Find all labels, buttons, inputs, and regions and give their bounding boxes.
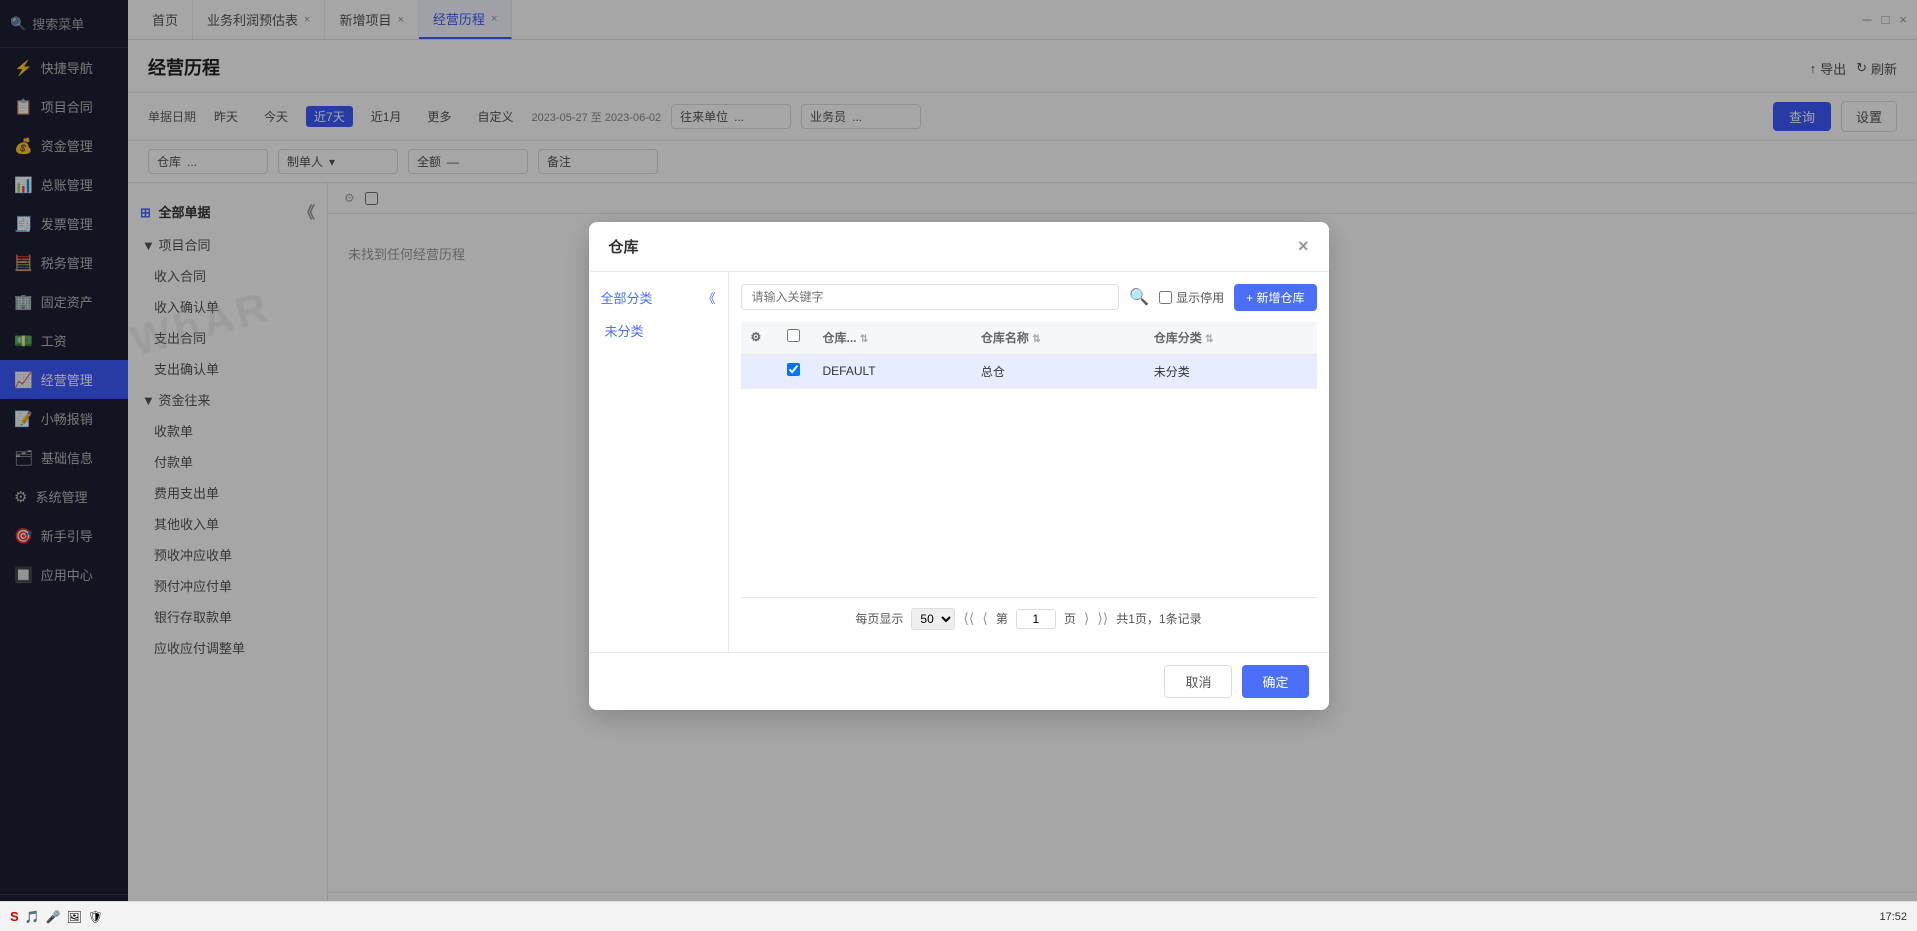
row-category: 未分类 (1144, 354, 1317, 388)
all-categories-label: 全部分类 (601, 288, 653, 307)
confirm-button[interactable]: 确定 (1242, 665, 1308, 698)
row-checkbox[interactable] (777, 354, 813, 388)
table-select-all[interactable] (787, 329, 800, 342)
taskbar-icon2[interactable]: 🎤 (46, 910, 61, 924)
taskbar-icon1[interactable]: 🎵 (25, 910, 40, 924)
modal-all-categories[interactable]: 全部分类 《 (589, 282, 728, 313)
modal-close-button[interactable]: × (1298, 236, 1309, 257)
modal-collapse-icon[interactable]: 《 (702, 288, 715, 307)
modal-page-size-select[interactable]: 50 (911, 608, 955, 630)
modal-title: 仓库 (609, 236, 639, 257)
modal-first-page[interactable]: ⟨⟨ (963, 610, 974, 627)
modal-search-bar: 🔍 显示停用 + 新增仓库 (741, 284, 1317, 311)
modal-total: 共1页，1条记录 (1116, 610, 1201, 627)
col-name-sort[interactable]: ⇅ (1032, 334, 1040, 345)
warehouse-modal: 仓库 × 全部分类 《 未分类 🔍 显示停用 + 新增仓库 (589, 222, 1329, 710)
taskbar: S 🎵 🎤 🖼 🛡 17:52 (0, 901, 1917, 931)
modal-right-panel: 🔍 显示停用 + 新增仓库 ⚙ 仓库... (729, 272, 1329, 652)
modal-body: 全部分类 《 未分类 🔍 显示停用 + 新增仓库 (589, 272, 1329, 652)
cancel-button[interactable]: 取消 (1164, 665, 1232, 698)
col-checkbox (777, 321, 813, 355)
modal-pagination: 每页显示 50 ⟨⟨ ⟨ 第 页 ⟩ ⟩⟩ 共1页，1条记录 (741, 597, 1317, 640)
taskbar-icon3[interactable]: 🖼 (67, 910, 82, 924)
modal-last-page[interactable]: ⟩⟩ (1097, 610, 1108, 627)
show-disabled-checkbox[interactable] (1159, 291, 1172, 304)
row-name: 总仓 (971, 354, 1144, 388)
modal-left-panel: 全部分类 《 未分类 (589, 272, 729, 652)
taskbar-start-icon[interactable]: S (10, 909, 19, 924)
row-settings (741, 354, 777, 388)
taskbar-icon4[interactable]: 🛡 (88, 910, 103, 924)
table-row[interactable]: DEFAULT 总仓 未分类 (741, 354, 1317, 388)
modal-prev-page[interactable]: ⟨ (982, 610, 987, 627)
col-name: 仓库名称 ⇅ (971, 321, 1144, 355)
modal-next-page[interactable]: ⟩ (1084, 610, 1089, 627)
modal-page-input[interactable] (1016, 609, 1056, 629)
warehouse-search-input[interactable] (741, 284, 1120, 310)
modal-actions: 取消 确定 (589, 652, 1329, 710)
taskbar-time: 17:52 (1879, 911, 1907, 923)
show-disabled-label[interactable]: 显示停用 (1159, 289, 1224, 306)
col-settings: ⚙ (741, 321, 777, 355)
modal-category-uncategorized[interactable]: 未分类 (589, 313, 728, 348)
col-category-sort[interactable]: ⇅ (1205, 334, 1213, 345)
modal-header: 仓库 × (589, 222, 1329, 272)
modal-search-icon[interactable]: 🔍 (1129, 287, 1149, 307)
col-code-sort[interactable]: ⇅ (860, 334, 868, 345)
col-code: 仓库... ⇅ (813, 321, 971, 355)
col-category: 仓库分类 ⇅ (1144, 321, 1317, 355)
add-warehouse-button[interactable]: + 新增仓库 (1234, 284, 1316, 311)
row-code: DEFAULT (813, 354, 971, 388)
taskbar-icons: S 🎵 🎤 🖼 🛡 (10, 909, 103, 924)
warehouse-table: ⚙ 仓库... ⇅ 仓库名称 ⇅ 仓库分类 (741, 321, 1317, 597)
